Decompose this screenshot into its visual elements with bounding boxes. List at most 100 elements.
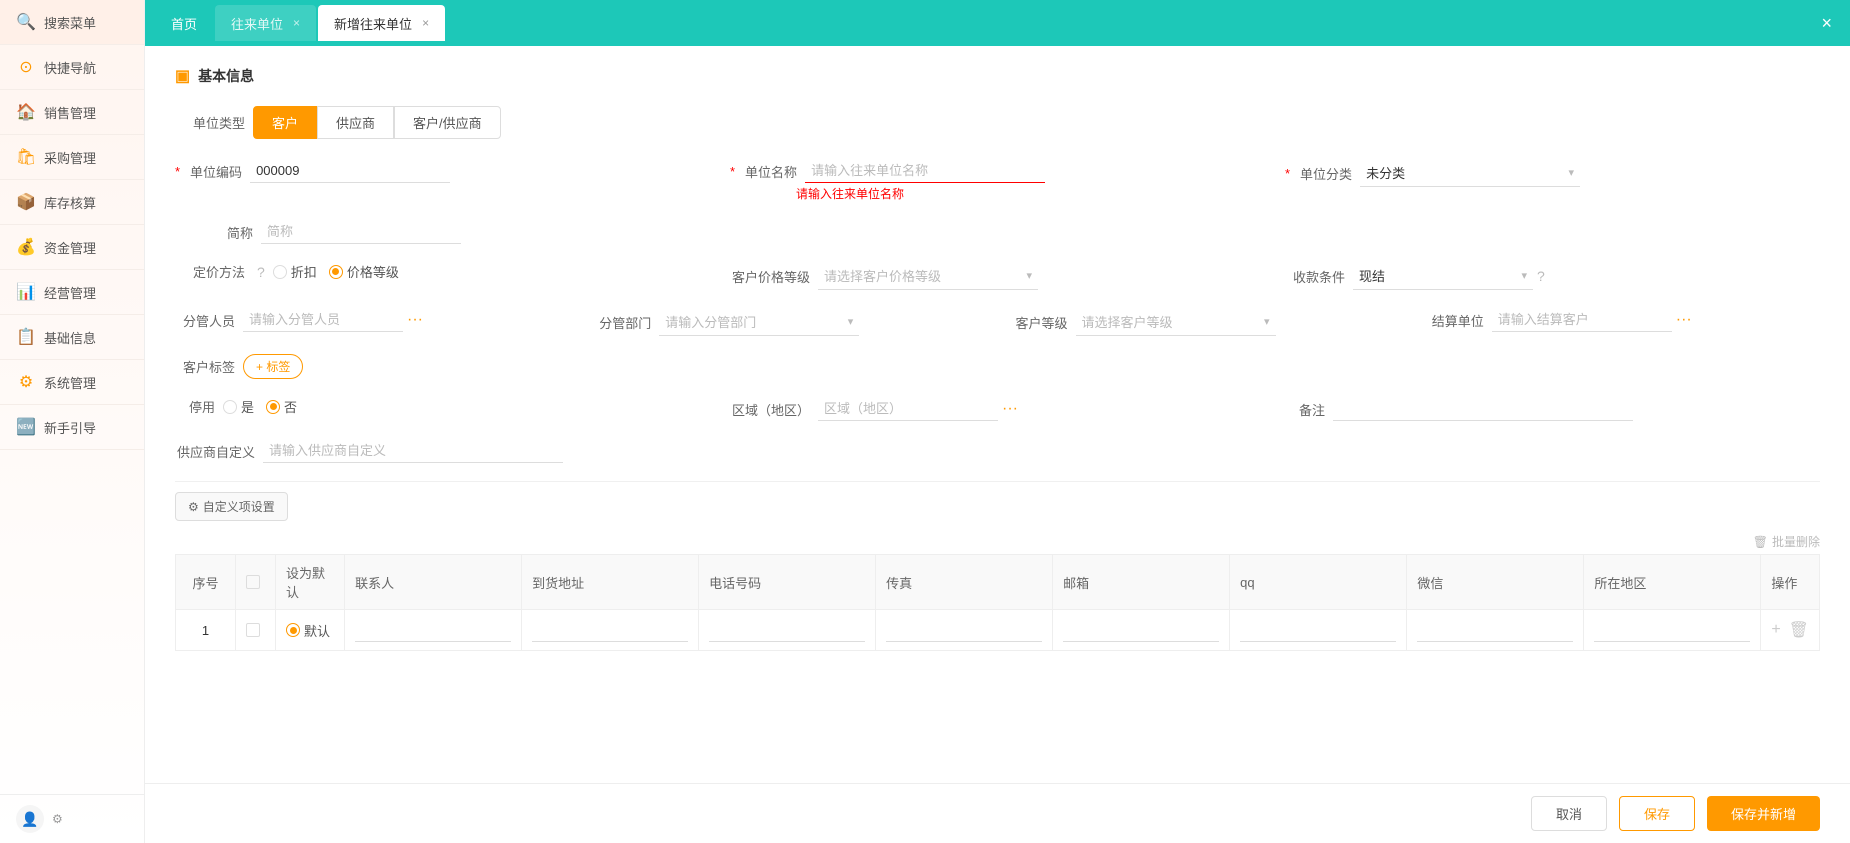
- customer-tag-row: 客户标签 + 标签: [175, 354, 1820, 379]
- td-phone: [699, 610, 876, 651]
- manager-ellipsis[interactable]: ···: [403, 311, 427, 329]
- sidebar-item-label: 经营管理: [44, 283, 96, 302]
- supplier-custom-label: 供应商自定义: [175, 442, 255, 461]
- manager-input[interactable]: [243, 308, 403, 332]
- sidebar-item-quicknav[interactable]: ⊙ 快捷导航: [0, 45, 144, 90]
- region-ellipsis[interactable]: ···: [998, 400, 1022, 418]
- supplier-custom-row: 供应商自定义: [175, 439, 1820, 463]
- customer-level-label: 客户等级: [1008, 313, 1068, 332]
- contact-input[interactable]: [355, 618, 511, 642]
- settlement-ellipsis[interactable]: ···: [1672, 311, 1696, 329]
- tab-new-partner[interactable]: 新增往来单位 ×: [318, 5, 445, 41]
- add-tag-button[interactable]: + 标签: [243, 354, 303, 379]
- remarks-field: 备注: [1285, 397, 1820, 421]
- pricing-help-icon[interactable]: ?: [257, 264, 265, 280]
- pricing-discount-option[interactable]: 折扣: [273, 262, 317, 281]
- td-default: 默认: [276, 610, 345, 651]
- abbr-input[interactable]: [261, 220, 461, 244]
- main-area: 首页 往来单位 × 新增往来单位 × × ▣ 基本信息 单位类型 客户 供应商 …: [145, 0, 1850, 843]
- cancel-button[interactable]: 取消: [1531, 796, 1607, 831]
- sidebar-item-inventory[interactable]: 📦 库存核算: [0, 180, 144, 225]
- sidebar-item-operations[interactable]: 📊 经营管理: [0, 270, 144, 315]
- supplier-custom-input[interactable]: [263, 439, 563, 463]
- sidebar-item-label: 搜索菜单: [44, 13, 96, 32]
- add-row-icon[interactable]: +: [1771, 621, 1780, 639]
- payment-help-icon[interactable]: ?: [1537, 268, 1545, 284]
- wechat-input[interactable]: [1417, 618, 1573, 642]
- th-phone: 电话号码: [699, 555, 876, 610]
- sidebar-item-label: 销售管理: [44, 103, 96, 122]
- unit-btn-supplier[interactable]: 供应商: [317, 106, 394, 139]
- qq-input[interactable]: [1240, 618, 1396, 642]
- contacts-table: 序号 设为默认 联系人 到货地址 电话号码 传真 邮箱 qq 微信 所在地区 操…: [175, 554, 1820, 651]
- row-checkbox[interactable]: [246, 623, 260, 637]
- phone-input[interactable]: [709, 618, 865, 642]
- disabled-no-option[interactable]: 否: [266, 397, 297, 416]
- disabled-yes-label: 是: [241, 397, 254, 416]
- payment-select[interactable]: 现结 ▾: [1353, 262, 1533, 290]
- th-contact: 联系人: [345, 555, 522, 610]
- batch-delete-label[interactable]: 批量删除: [1772, 533, 1820, 550]
- manager-field: 分管人员 ···: [175, 308, 571, 332]
- region-field: 区域（地区） ···: [730, 397, 1265, 421]
- chevron-down-icon4: ▾: [848, 315, 854, 328]
- region-input[interactable]: [818, 397, 998, 421]
- unit-name-label: 单位名称: [737, 162, 797, 181]
- search-icon: 🔍: [16, 12, 36, 32]
- tab-partners[interactable]: 往来单位 ×: [215, 5, 316, 41]
- header-checkbox[interactable]: [246, 575, 260, 589]
- td-checkbox: [236, 610, 276, 651]
- customer-level-select[interactable]: 请选择客户等级 ▾: [1076, 308, 1276, 336]
- payment-label: 收款条件: [1285, 267, 1345, 286]
- default-radio-item[interactable]: 默认: [286, 621, 334, 640]
- disabled-yes-option[interactable]: 是: [223, 397, 254, 416]
- location-input[interactable]: [1594, 618, 1750, 642]
- add-tag-label: + 标签: [256, 358, 290, 375]
- settlement-input[interactable]: [1492, 308, 1672, 332]
- remarks-input[interactable]: [1333, 397, 1633, 421]
- sidebar-item-sales[interactable]: 🏠 销售管理: [0, 90, 144, 135]
- sidebar-item-base[interactable]: 📋 基础信息: [0, 315, 144, 360]
- sidebar: 🔍 搜索菜单 ⊙ 快捷导航 🏠 销售管理 🛍 采购管理 📦 库存核算 💰 资金管…: [0, 0, 145, 843]
- save-button[interactable]: 保存: [1619, 796, 1695, 831]
- sidebar-item-system[interactable]: ⚙ 系统管理: [0, 360, 144, 405]
- customer-price-select[interactable]: 请选择客户价格等级 ▾: [818, 262, 1038, 290]
- tab-partners-close[interactable]: ×: [293, 17, 300, 29]
- unit-code-field: * 单位编码: [175, 159, 710, 183]
- delete-row-icon[interactable]: 🗑: [1789, 620, 1809, 640]
- manager-row: 分管人员 ··· 分管部门 请输入分管部门 ▾ 客户等级 请选择客户等级 ▾: [175, 308, 1820, 336]
- tab-home[interactable]: 首页: [155, 5, 213, 41]
- sidebar-item-finance[interactable]: 💰 资金管理: [0, 225, 144, 270]
- fax-input[interactable]: [886, 618, 1042, 642]
- pricing-pricelevel-option[interactable]: 价格等级: [329, 262, 399, 281]
- email-input[interactable]: [1063, 618, 1219, 642]
- content-area: ▣ 基本信息 单位类型 客户 供应商 客户/供应商 * 单位编码: [145, 46, 1850, 843]
- unit-code-input[interactable]: [250, 159, 450, 183]
- td-email: [1053, 610, 1230, 651]
- td-wechat: [1407, 610, 1584, 651]
- disabled-yes-radio: [223, 400, 237, 414]
- sidebar-item-newbie[interactable]: 🆕 新手引导: [0, 405, 144, 450]
- dept-select[interactable]: 请输入分管部门 ▾: [659, 308, 859, 336]
- settlement-field: 结算单位 ···: [1424, 308, 1820, 332]
- chevron-down-icon2: ▾: [1026, 269, 1032, 282]
- tabbar-close-button[interactable]: ×: [1813, 13, 1840, 34]
- unit-category-select[interactable]: 未分类 ▾: [1360, 159, 1580, 187]
- save-and-new-button[interactable]: 保存并新增: [1707, 796, 1820, 831]
- unit-btn-both[interactable]: 客户/供应商: [394, 106, 501, 139]
- pricing-discount-label: 折扣: [291, 262, 317, 281]
- unit-name-input[interactable]: [805, 159, 1045, 183]
- settlement-label: 结算单位: [1424, 311, 1484, 330]
- sidebar-item-purchase[interactable]: 🛍 采购管理: [0, 135, 144, 180]
- chevron-down-icon: ▾: [1569, 166, 1575, 179]
- row-actions: + 🗑: [1771, 620, 1809, 640]
- address-input[interactable]: [532, 618, 688, 642]
- disabled-field: 停用 是 否: [175, 397, 710, 416]
- unit-btn-customer[interactable]: 客户: [253, 106, 317, 139]
- pricing-pricelevel-label: 价格等级: [347, 262, 399, 281]
- tab-new-partner-close[interactable]: ×: [422, 17, 429, 29]
- table-header-row: 序号 设为默认 联系人 到货地址 电话号码 传真 邮箱 qq 微信 所在地区 操…: [176, 555, 1820, 610]
- custom-settings-button[interactable]: ⚙ 自定义项设置: [175, 492, 288, 521]
- tab-new-partner-label: 新增往来单位: [334, 14, 412, 33]
- sidebar-item-search[interactable]: 🔍 搜索菜单: [0, 0, 144, 45]
